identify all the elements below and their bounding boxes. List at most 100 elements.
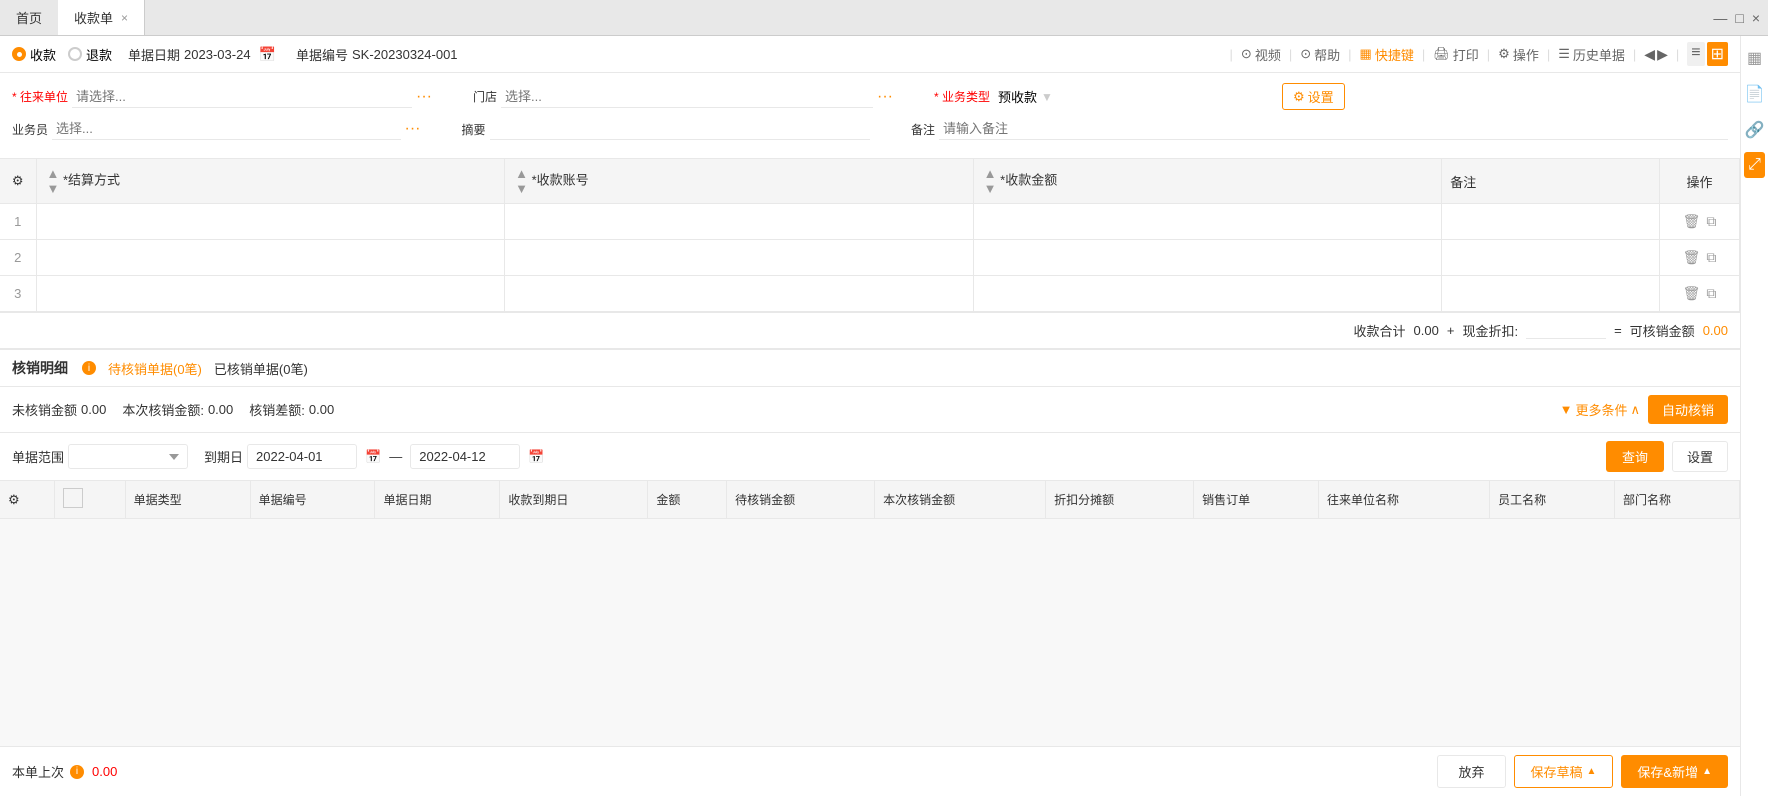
current-verify-amount: 本次核销金额: 0.00 [122, 400, 233, 419]
tab-home[interactable]: 首页 [0, 0, 58, 35]
sidebar-link-icon[interactable]: 🔗 [1741, 116, 1768, 144]
print-label: 打印 [1453, 45, 1479, 64]
discount-input[interactable] [1526, 323, 1606, 339]
remark-input[interactable] [939, 118, 1728, 140]
range-select[interactable] [68, 444, 188, 469]
verif-info-icon[interactable]: i [82, 361, 96, 375]
history-btn[interactable]: ☰ 历史单据 [1558, 45, 1625, 64]
due-date-field: 到期日 📅 — 📅 [204, 444, 544, 469]
business-type-dropdown[interactable]: ▼ [1041, 90, 1053, 104]
delete-icon[interactable]: 🗑 [1683, 249, 1701, 266]
staff-label: 业务员 [12, 121, 48, 138]
copy-icon[interactable]: ⧉ [1706, 213, 1716, 230]
setting-btn2[interactable]: 设置 [1672, 441, 1728, 472]
auto-verify-btn[interactable]: 自动核销 [1648, 395, 1728, 424]
filter-icon: ▼ [1560, 402, 1573, 417]
restore-icon[interactable]: □ [1735, 10, 1743, 26]
shortcut-btn[interactable]: ▦ 快捷键 [1360, 45, 1414, 64]
operation-btn[interactable]: ⚙ 操作 [1498, 45, 1539, 64]
sidebar-expand-icon[interactable]: ⤢ [1744, 152, 1765, 178]
form-row-2: 业务员 ··· 摘要 备注 [12, 118, 1728, 140]
calendar-start-icon[interactable]: 📅 [365, 449, 381, 465]
bottom-th-1[interactable] [54, 481, 125, 519]
help-btn[interactable]: ⊙ 帮助 [1300, 45, 1340, 64]
sidebar-table-icon[interactable]: ▦ [1743, 44, 1766, 72]
calendar-icon[interactable]: 📅 [255, 44, 280, 65]
select-all-checkbox[interactable] [63, 488, 83, 508]
payment-method-cell[interactable] [36, 204, 505, 240]
discard-btn[interactable]: 放弃 [1437, 755, 1505, 788]
receipt-account-cell[interactable] [505, 240, 974, 276]
bottom-th-2: 单据类型 [125, 481, 250, 519]
prev-arrow[interactable]: ◀ [1644, 46, 1655, 63]
due-date-end-input[interactable] [410, 444, 520, 469]
th-payment-method: ▲▼ *结算方式 [36, 159, 505, 204]
delete-icon[interactable]: 🗑 [1683, 213, 1701, 230]
radio-receipt-label: 收款 [30, 45, 56, 64]
remark-cell[interactable] [1442, 240, 1660, 276]
query-btn[interactable]: 查询 [1606, 441, 1664, 472]
th-settings[interactable]: ⚙ [0, 159, 36, 204]
sidebar-doc-icon[interactable]: 📄 [1741, 80, 1768, 108]
radio-receipt[interactable]: 收款 [12, 45, 56, 64]
copy-icon[interactable]: ⧉ [1706, 249, 1716, 266]
row-num: 3 [0, 276, 36, 312]
tab-receipt[interactable]: 收款单 × [58, 0, 145, 35]
counterparty-input[interactable] [72, 86, 412, 108]
video-label: 视频 [1255, 45, 1281, 64]
done-tab[interactable]: 已核销单据(0笔) [214, 359, 308, 378]
calendar-end-icon[interactable]: 📅 [528, 449, 544, 465]
receipt-amount-cell[interactable] [973, 240, 1442, 276]
list-view-icon[interactable]: ≡ [1687, 42, 1704, 66]
print-btn[interactable]: 🖨 打印 [1433, 45, 1479, 64]
tab-receipt-label: 收款单 [74, 8, 113, 27]
pending-tab[interactable]: 待核销单据(0笔) [108, 359, 202, 378]
close-icon[interactable]: × [1752, 10, 1760, 26]
unverified-amount: 未核销金额 0.00 [12, 400, 106, 419]
video-btn[interactable]: ⊙ 视频 [1241, 45, 1281, 64]
save-new-btn[interactable]: 保存&新增 ▲ [1621, 755, 1728, 788]
more-conditions-btn[interactable]: ▼ 更多条件 ∧ [1560, 400, 1640, 419]
remark-cell[interactable] [1442, 276, 1660, 312]
save-new-arrow: ▲ [1702, 766, 1712, 777]
bottom-settings-icon[interactable]: ⚙ [8, 492, 20, 507]
bottom-th-0[interactable]: ⚙ [0, 481, 54, 519]
payment-method-cell[interactable] [36, 240, 505, 276]
minimize-icon[interactable]: — [1713, 10, 1727, 26]
copy-icon[interactable]: ⧉ [1706, 285, 1716, 302]
receipt-account-cell[interactable] [505, 204, 974, 240]
footer-info-icon[interactable]: i [70, 765, 84, 779]
next-arrow[interactable]: ▶ [1657, 46, 1668, 63]
bottom-th-3: 单据编号 [250, 481, 375, 519]
receipt-account-cell[interactable] [505, 276, 974, 312]
delete-icon[interactable]: 🗑 [1683, 285, 1701, 302]
tab-close-icon[interactable]: × [121, 11, 128, 25]
receipt-amount-cell[interactable] [973, 204, 1442, 240]
payment-method-cell[interactable] [36, 276, 505, 312]
grid-view-icon[interactable]: ⊞ [1707, 42, 1728, 66]
radio-refund[interactable]: 退款 [68, 45, 112, 64]
shortcut-label: 快捷键 [1375, 45, 1414, 64]
store-more-btn[interactable]: ··· [877, 88, 893, 106]
bottom-th-12: 员工名称 [1490, 481, 1615, 519]
store-input[interactable] [501, 86, 873, 108]
form-row-1: 往来单位 ··· 门店 ··· 业务类型 预收款 ▼ [12, 83, 1728, 110]
due-date-start-input[interactable] [247, 444, 357, 469]
main-table: ⚙ ▲▼ *结算方式 ▲▼ *收款账号 ▲▼ *收款金额 [0, 159, 1740, 312]
receipt-amount-cell[interactable] [973, 276, 1442, 312]
remark-cell[interactable] [1442, 204, 1660, 240]
summary-label: 摘要 [462, 121, 486, 138]
save-draft-arrow: ▲ [1587, 766, 1597, 777]
plus-sign: + [1447, 323, 1455, 338]
store-label: 门店 [473, 88, 497, 105]
summary-input[interactable] [490, 118, 870, 140]
counterparty-more-btn[interactable]: ··· [416, 88, 432, 106]
main-table-wrapper: ⚙ ▲▼ *结算方式 ▲▼ *收款账号 ▲▼ *收款金额 [0, 159, 1740, 313]
staff-input[interactable] [52, 118, 401, 140]
setting-button[interactable]: ⚙ 设置 [1282, 83, 1345, 110]
staff-more-btn[interactable]: ··· [405, 120, 421, 138]
save-draft-btn[interactable]: 保存草稿 ▲ [1514, 755, 1614, 788]
available-value: 0.00 [1703, 323, 1728, 338]
business-type-field: 业务类型 预收款 ▼ [934, 87, 1274, 106]
view-icons: ≡ ⊞ [1687, 42, 1728, 66]
